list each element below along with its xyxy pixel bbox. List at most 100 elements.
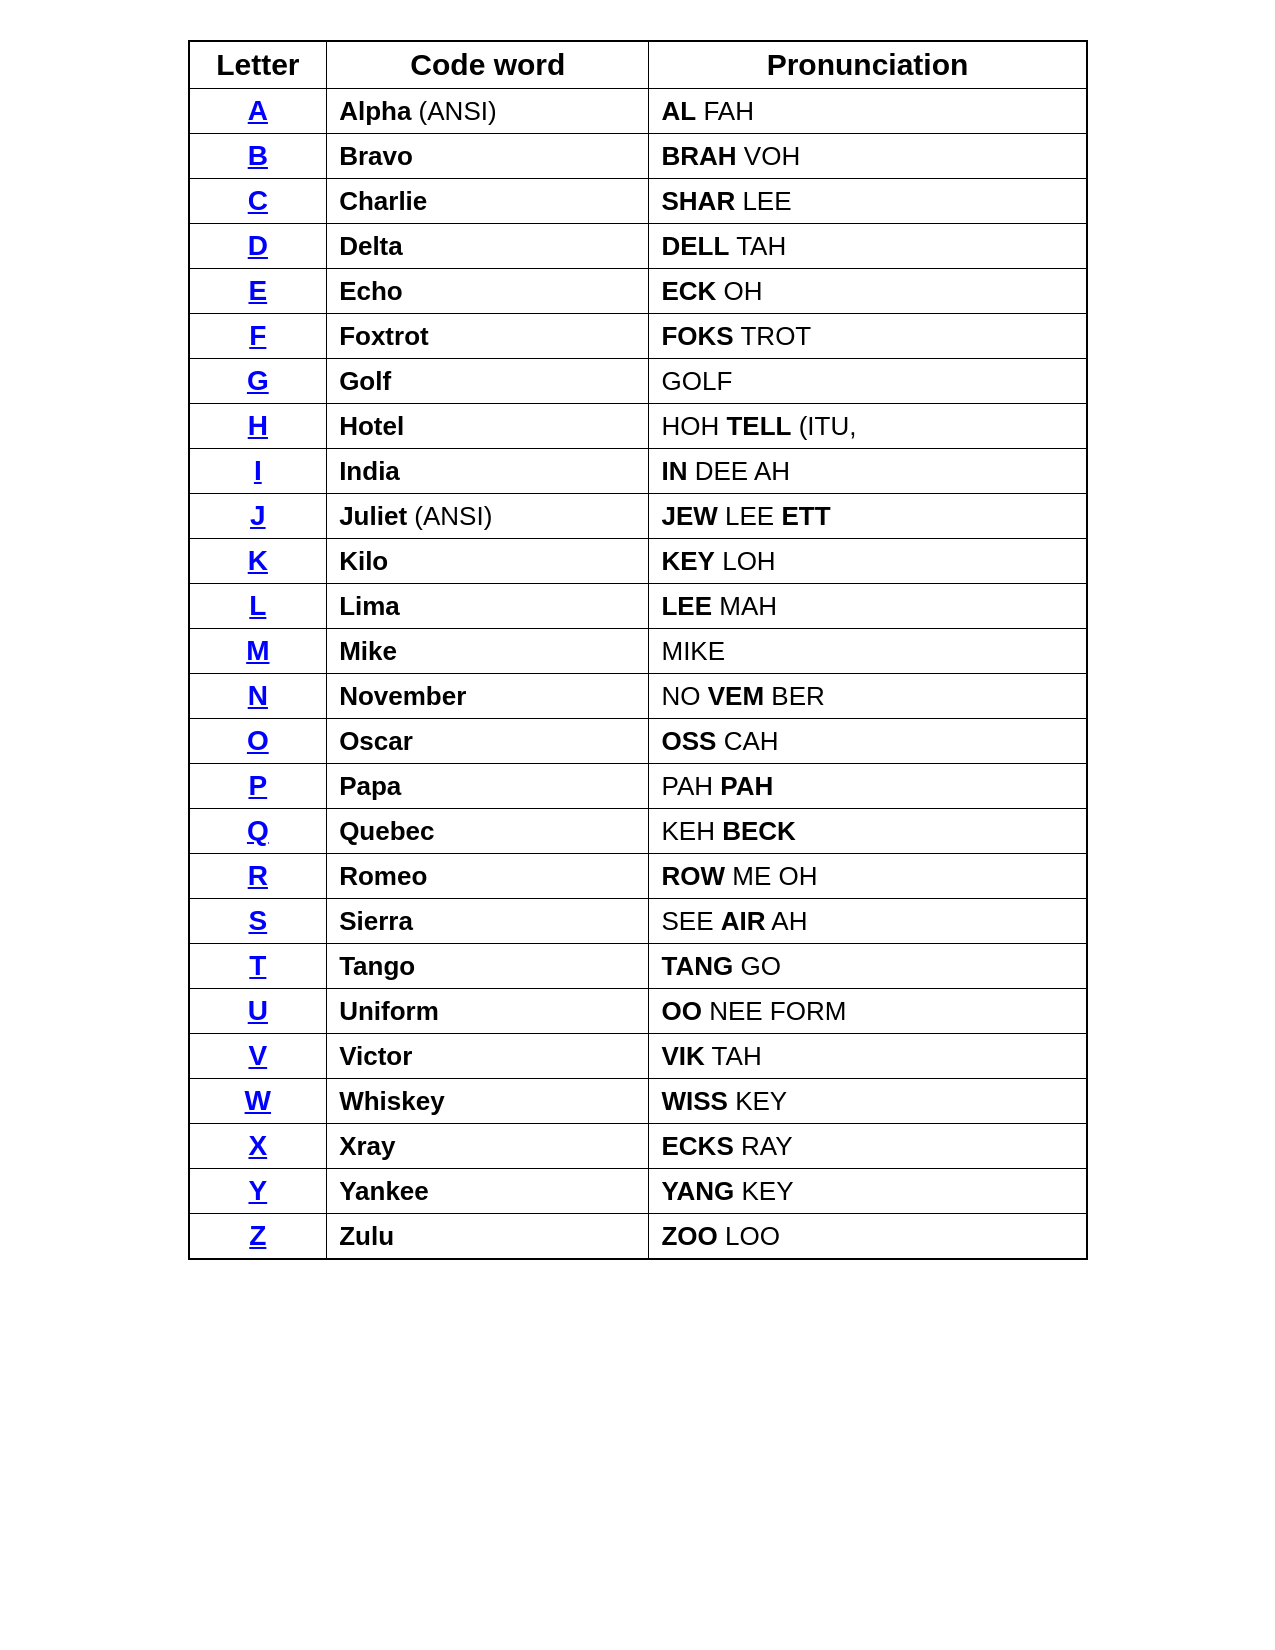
- table-row: WWhiskeyWISS KEY: [189, 1079, 1087, 1124]
- codeword-cell: Yankee: [327, 1169, 649, 1214]
- codeword-cell: Oscar: [327, 719, 649, 764]
- pronunciation-cell: OO NEE FORM: [649, 989, 1087, 1034]
- table-row: XXrayECKS RAY: [189, 1124, 1087, 1169]
- table-row: KKiloKEY LOH: [189, 539, 1087, 584]
- letter-cell[interactable]: W: [189, 1079, 327, 1124]
- letter-cell[interactable]: N: [189, 674, 327, 719]
- pronunciation-cell: PAH PAH: [649, 764, 1087, 809]
- table-row: LLimaLEE MAH: [189, 584, 1087, 629]
- letter-cell[interactable]: G: [189, 359, 327, 404]
- pronunciation-cell: BRAH VOH: [649, 134, 1087, 179]
- table-row: MMikeMIKE: [189, 629, 1087, 674]
- codeword-cell: Whiskey: [327, 1079, 649, 1124]
- table-row: YYankeeYANG KEY: [189, 1169, 1087, 1214]
- table-row: BBravoBRAH VOH: [189, 134, 1087, 179]
- codeword-cell: Delta: [327, 224, 649, 269]
- pronunciation-cell: LEE MAH: [649, 584, 1087, 629]
- codeword-cell: Victor: [327, 1034, 649, 1079]
- letter-cell[interactable]: D: [189, 224, 327, 269]
- pronunciation-cell: JEW LEE ETT: [649, 494, 1087, 539]
- pronunciation-cell: ZOO LOO: [649, 1214, 1087, 1260]
- pronunciation-cell: MIKE: [649, 629, 1087, 674]
- letter-cell[interactable]: O: [189, 719, 327, 764]
- letter-cell[interactable]: E: [189, 269, 327, 314]
- pronunciation-cell: SHAR LEE: [649, 179, 1087, 224]
- codeword-cell: Romeo: [327, 854, 649, 899]
- letter-cell[interactable]: C: [189, 179, 327, 224]
- table-row: VVictorVIK TAH: [189, 1034, 1087, 1079]
- table-row: EEchoECK OH: [189, 269, 1087, 314]
- letter-cell[interactable]: X: [189, 1124, 327, 1169]
- table-row: NNovemberNO VEM BER: [189, 674, 1087, 719]
- letter-cell[interactable]: R: [189, 854, 327, 899]
- letter-cell[interactable]: H: [189, 404, 327, 449]
- codeword-cell: Zulu: [327, 1214, 649, 1260]
- letter-cell[interactable]: F: [189, 314, 327, 359]
- letter-cell[interactable]: S: [189, 899, 327, 944]
- pronunciation-cell: OSS CAH: [649, 719, 1087, 764]
- letter-cell[interactable]: U: [189, 989, 327, 1034]
- table-row: UUniformOO NEE FORM: [189, 989, 1087, 1034]
- table-row: DDeltaDELL TAH: [189, 224, 1087, 269]
- codeword-cell: Foxtrot: [327, 314, 649, 359]
- codeword-cell: Tango: [327, 944, 649, 989]
- codeword-cell: Echo: [327, 269, 649, 314]
- letter-cell[interactable]: I: [189, 449, 327, 494]
- header-codeword: Code word: [327, 41, 649, 89]
- pronunciation-cell: IN DEE AH: [649, 449, 1087, 494]
- codeword-cell: Mike: [327, 629, 649, 674]
- table-row: QQuebecKEH BECK: [189, 809, 1087, 854]
- letter-cell[interactable]: Z: [189, 1214, 327, 1260]
- letter-cell[interactable]: Q: [189, 809, 327, 854]
- codeword-cell: Lima: [327, 584, 649, 629]
- table-row: OOscarOSS CAH: [189, 719, 1087, 764]
- table-row: TTangoTANG GO: [189, 944, 1087, 989]
- codeword-cell: India: [327, 449, 649, 494]
- pronunciation-cell: WISS KEY: [649, 1079, 1087, 1124]
- codeword-cell: Hotel: [327, 404, 649, 449]
- table-row: IIndiaIN DEE AH: [189, 449, 1087, 494]
- letter-cell[interactable]: J: [189, 494, 327, 539]
- pronunciation-cell: DELL TAH: [649, 224, 1087, 269]
- nato-alphabet-table: Letter Code word Pronunciation AAlpha (A…: [188, 40, 1088, 1260]
- letter-cell[interactable]: T: [189, 944, 327, 989]
- codeword-cell: Papa: [327, 764, 649, 809]
- table-row: HHotelHOH TELL (ITU,: [189, 404, 1087, 449]
- letter-cell[interactable]: M: [189, 629, 327, 674]
- pronunciation-cell: ECKS RAY: [649, 1124, 1087, 1169]
- pronunciation-cell: VIK TAH: [649, 1034, 1087, 1079]
- codeword-cell: Sierra: [327, 899, 649, 944]
- codeword-cell: Xray: [327, 1124, 649, 1169]
- letter-cell[interactable]: K: [189, 539, 327, 584]
- codeword-cell: Juliet (ANSI): [327, 494, 649, 539]
- letter-cell[interactable]: P: [189, 764, 327, 809]
- letter-cell[interactable]: L: [189, 584, 327, 629]
- header-letter: Letter: [189, 41, 327, 89]
- codeword-cell: Charlie: [327, 179, 649, 224]
- codeword-cell: Quebec: [327, 809, 649, 854]
- pronunciation-cell: AL FAH: [649, 89, 1087, 134]
- table-row: FFoxtrotFOKS TROT: [189, 314, 1087, 359]
- codeword-cell: Uniform: [327, 989, 649, 1034]
- pronunciation-cell: TANG GO: [649, 944, 1087, 989]
- codeword-cell: November: [327, 674, 649, 719]
- pronunciation-cell: FOKS TROT: [649, 314, 1087, 359]
- pronunciation-cell: SEE AIR AH: [649, 899, 1087, 944]
- letter-cell[interactable]: B: [189, 134, 327, 179]
- codeword-cell: Alpha (ANSI): [327, 89, 649, 134]
- letter-cell[interactable]: Y: [189, 1169, 327, 1214]
- pronunciation-cell: HOH TELL (ITU,: [649, 404, 1087, 449]
- table-row: SSierraSEE AIR AH: [189, 899, 1087, 944]
- table-row: PPapaPAH PAH: [189, 764, 1087, 809]
- table-row: CCharlieSHAR LEE: [189, 179, 1087, 224]
- header-pronunciation: Pronunciation: [649, 41, 1087, 89]
- pronunciation-cell: NO VEM BER: [649, 674, 1087, 719]
- table-row: JJuliet (ANSI)JEW LEE ETT: [189, 494, 1087, 539]
- codeword-cell: Golf: [327, 359, 649, 404]
- letter-cell[interactable]: V: [189, 1034, 327, 1079]
- table-row: AAlpha (ANSI)AL FAH: [189, 89, 1087, 134]
- letter-cell[interactable]: A: [189, 89, 327, 134]
- table-row: GGolfGOLF: [189, 359, 1087, 404]
- codeword-cell: Kilo: [327, 539, 649, 584]
- table-row: RRomeoROW ME OH: [189, 854, 1087, 899]
